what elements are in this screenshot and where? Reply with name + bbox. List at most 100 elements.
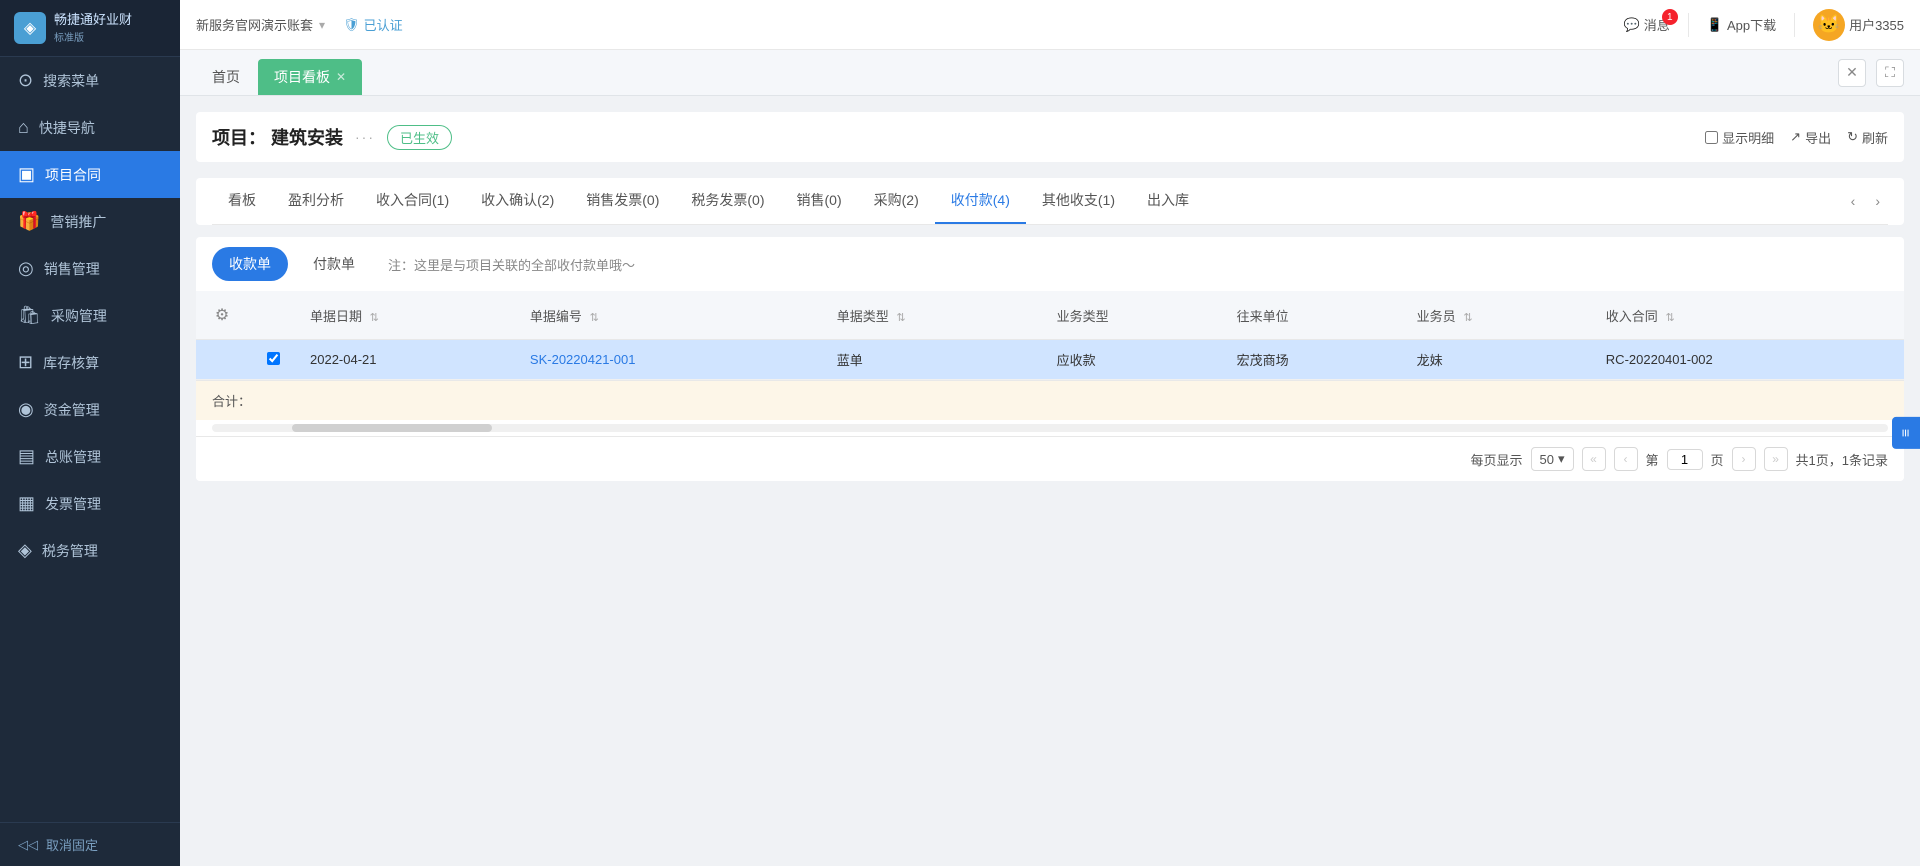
sub-tab-next-btn[interactable]: › [1867, 189, 1888, 213]
project-name: 建筑安装 [271, 128, 343, 148]
total-info: 共1页，1条记录 [1796, 450, 1888, 469]
tabbar: 首页 项目看板 ✕ ✕ ⛶ [180, 50, 1920, 96]
sidebar-item-search[interactable]: ⊙ 搜索菜单 [0, 57, 180, 104]
sub-tab-inout[interactable]: 出入库 [1131, 178, 1205, 224]
project-icon: ▣ [18, 164, 35, 185]
cancel-fixed-button[interactable]: ◁◁ 取消固定 [0, 822, 180, 866]
sub-tab-purchase[interactable]: 采购(2) [858, 178, 935, 224]
sub-tab-sales-invoice[interactable]: 销售发票(0) [570, 178, 675, 224]
close-window-button[interactable]: ✕ [1838, 59, 1866, 87]
topbar-divider-2 [1794, 13, 1795, 37]
page-size-value: 50 [1540, 452, 1554, 467]
project-status-badge: 已生效 [387, 125, 452, 150]
shield-icon: 🛡 [343, 17, 360, 33]
sidebar-item-purchase[interactable]: 🛍 采购管理 [0, 292, 180, 339]
inner-tab-receipts[interactable]: 收款单 [212, 247, 288, 281]
inner-tabs: 收款单 付款单 注：这里是与项目关联的全部收付款单哦～ [196, 237, 1904, 291]
th-income-contract[interactable]: 收入合同 ⇅ [1594, 291, 1904, 340]
row-checkbox[interactable] [267, 352, 280, 365]
sub-tab-kanban[interactable]: 看板 [212, 178, 272, 224]
tab-close-icon[interactable]: ✕ [336, 70, 346, 84]
th-doc-no[interactable]: 单据编号 ⇅ [518, 291, 825, 340]
inner-tab-payments[interactable]: 付款单 [296, 247, 372, 281]
maximize-window-button[interactable]: ⛶ [1876, 59, 1904, 87]
sidebar-item-inventory[interactable]: ⊞ 库存核算 [0, 339, 180, 386]
sub-tab-other-income[interactable]: 其他收支(1) [1026, 178, 1131, 224]
last-page-button[interactable]: » [1764, 447, 1788, 471]
th-doc-no-label: 单据编号 [530, 309, 582, 324]
th-partner-label: 往来单位 [1237, 309, 1289, 324]
table-body: 2022-04-21 SK-20220421-001 蓝单 应收款 [196, 340, 1904, 380]
th-date[interactable]: 单据日期 ⇅ [298, 291, 518, 340]
scrollbar-thumb[interactable] [292, 424, 492, 432]
sort-icon: ⇅ [1463, 311, 1472, 324]
show-detail-checkbox[interactable]: 显示明细 [1705, 128, 1774, 147]
more-options-icon[interactable]: ··· [355, 129, 375, 145]
prev-page-button[interactable]: ‹ [1614, 447, 1638, 471]
pagination: 每页显示 50 ▾ « ‹ 第 页 › » [196, 436, 1904, 481]
sidebar-item-capital[interactable]: ◉ 资金管理 [0, 386, 180, 433]
sidebar-item-project-contract[interactable]: ▣ 项目合同 [0, 151, 180, 198]
show-detail-input[interactable] [1705, 131, 1718, 144]
td-partner: 宏茂商场 [1225, 340, 1405, 380]
settings-icon[interactable]: ⚙ [208, 301, 236, 329]
row-biz-type: 应收款 [1057, 353, 1096, 368]
marketing-icon: 🎁 [18, 211, 40, 232]
tab-home-label: 首页 [212, 67, 240, 87]
table-row[interactable]: 2022-04-21 SK-20220421-001 蓝单 应收款 [196, 340, 1904, 380]
sales-icon: ◎ [18, 258, 34, 279]
th-doc-type[interactable]: 单据类型 ⇅ [825, 291, 1045, 340]
doc-no-link[interactable]: SK-20220421-001 [530, 352, 636, 367]
refresh-label: 刷新 [1862, 128, 1888, 147]
user-menu[interactable]: 🐱 用户3355 [1813, 9, 1904, 41]
sidebar-item-tax[interactable]: ◈ 税务管理 [0, 527, 180, 574]
sub-tab-prev-btn[interactable]: ‹ [1843, 189, 1864, 213]
th-salesperson-label: 业务员 [1417, 309, 1456, 324]
sub-tab-income-confirm[interactable]: 收入确认(2) [465, 178, 570, 224]
horizontal-scrollbar[interactable] [212, 424, 1888, 432]
sub-tab-sales[interactable]: 销售(0) [781, 178, 858, 224]
chevron-down-icon: ▾ [319, 18, 325, 32]
td-doc-no: SK-20220421-001 [518, 340, 825, 380]
user-label: 用户3355 [1849, 15, 1904, 34]
sub-tab-income-contract[interactable]: 收入合同(1) [360, 178, 465, 224]
tab-project-board[interactable]: 项目看板 ✕ [258, 59, 362, 95]
page-input[interactable] [1667, 449, 1703, 470]
th-settings[interactable]: ⚙ [196, 291, 248, 340]
sidebar-item-shortcut[interactable]: ⌂ 快捷导航 [0, 104, 180, 151]
tab-home[interactable]: 首页 [196, 59, 256, 95]
sort-icon: ⇅ [370, 311, 379, 324]
chevron-down-icon: ▾ [1558, 451, 1565, 467]
sidebar-item-sales[interactable]: ◎ 销售管理 [0, 245, 180, 292]
row-income-contract: RC-20220401-002 [1606, 352, 1713, 367]
message-button[interactable]: 💬 消息 1 [1624, 15, 1670, 34]
tax-icon: ◈ [18, 540, 32, 561]
export-button[interactable]: ↗ 导出 [1790, 128, 1831, 147]
float-panel-button[interactable]: ≡ [1892, 417, 1920, 449]
next-page-button[interactable]: › [1732, 447, 1756, 471]
sidebar-item-ledger[interactable]: ▤ 总账管理 [0, 433, 180, 480]
show-detail-label: 显示明细 [1722, 128, 1774, 147]
project-header: 项目： 建筑安装 ··· 已生效 显示明细 ↗ 导出 ↻ 刷新 [196, 112, 1904, 162]
refresh-button[interactable]: ↻ 刷新 [1847, 128, 1888, 147]
first-page-button[interactable]: « [1582, 447, 1606, 471]
total-label: 合计： [212, 391, 251, 410]
sidebar-item-marketing[interactable]: 🎁 营销推广 [0, 198, 180, 245]
td-settings [196, 340, 248, 380]
td-income-contract: RC-20220401-002 [1594, 340, 1904, 380]
sub-tab-profit[interactable]: 盈利分析 [272, 178, 360, 224]
sub-tab-payment[interactable]: 收付款(4) [935, 178, 1026, 224]
main-table: ⚙ 单据日期 ⇅ 单据编号 ⇅ [196, 291, 1904, 380]
sidebar-item-invoice[interactable]: ▦ 发票管理 [0, 480, 180, 527]
row-doc-type: 蓝单 [837, 353, 863, 368]
table-card: 收款单 付款单 注：这里是与项目关联的全部收付款单哦～ ⚙ [196, 237, 1904, 481]
project-prefix: 项目： [212, 128, 266, 148]
logo-name: 畅捷通好业财 [54, 12, 132, 29]
account-selector[interactable]: 新服务官网演示账套 ▾ [196, 15, 325, 34]
th-salesperson[interactable]: 业务员 ⇅ [1405, 291, 1594, 340]
page-size-selector[interactable]: 50 ▾ [1531, 447, 1574, 471]
message-icon: 💬 [1624, 17, 1640, 33]
app-download-button[interactable]: 📱 App下载 [1707, 15, 1776, 34]
inner-tab-payments-label: 付款单 [313, 256, 355, 272]
sub-tab-tax-invoice[interactable]: 税务发票(0) [675, 178, 780, 224]
